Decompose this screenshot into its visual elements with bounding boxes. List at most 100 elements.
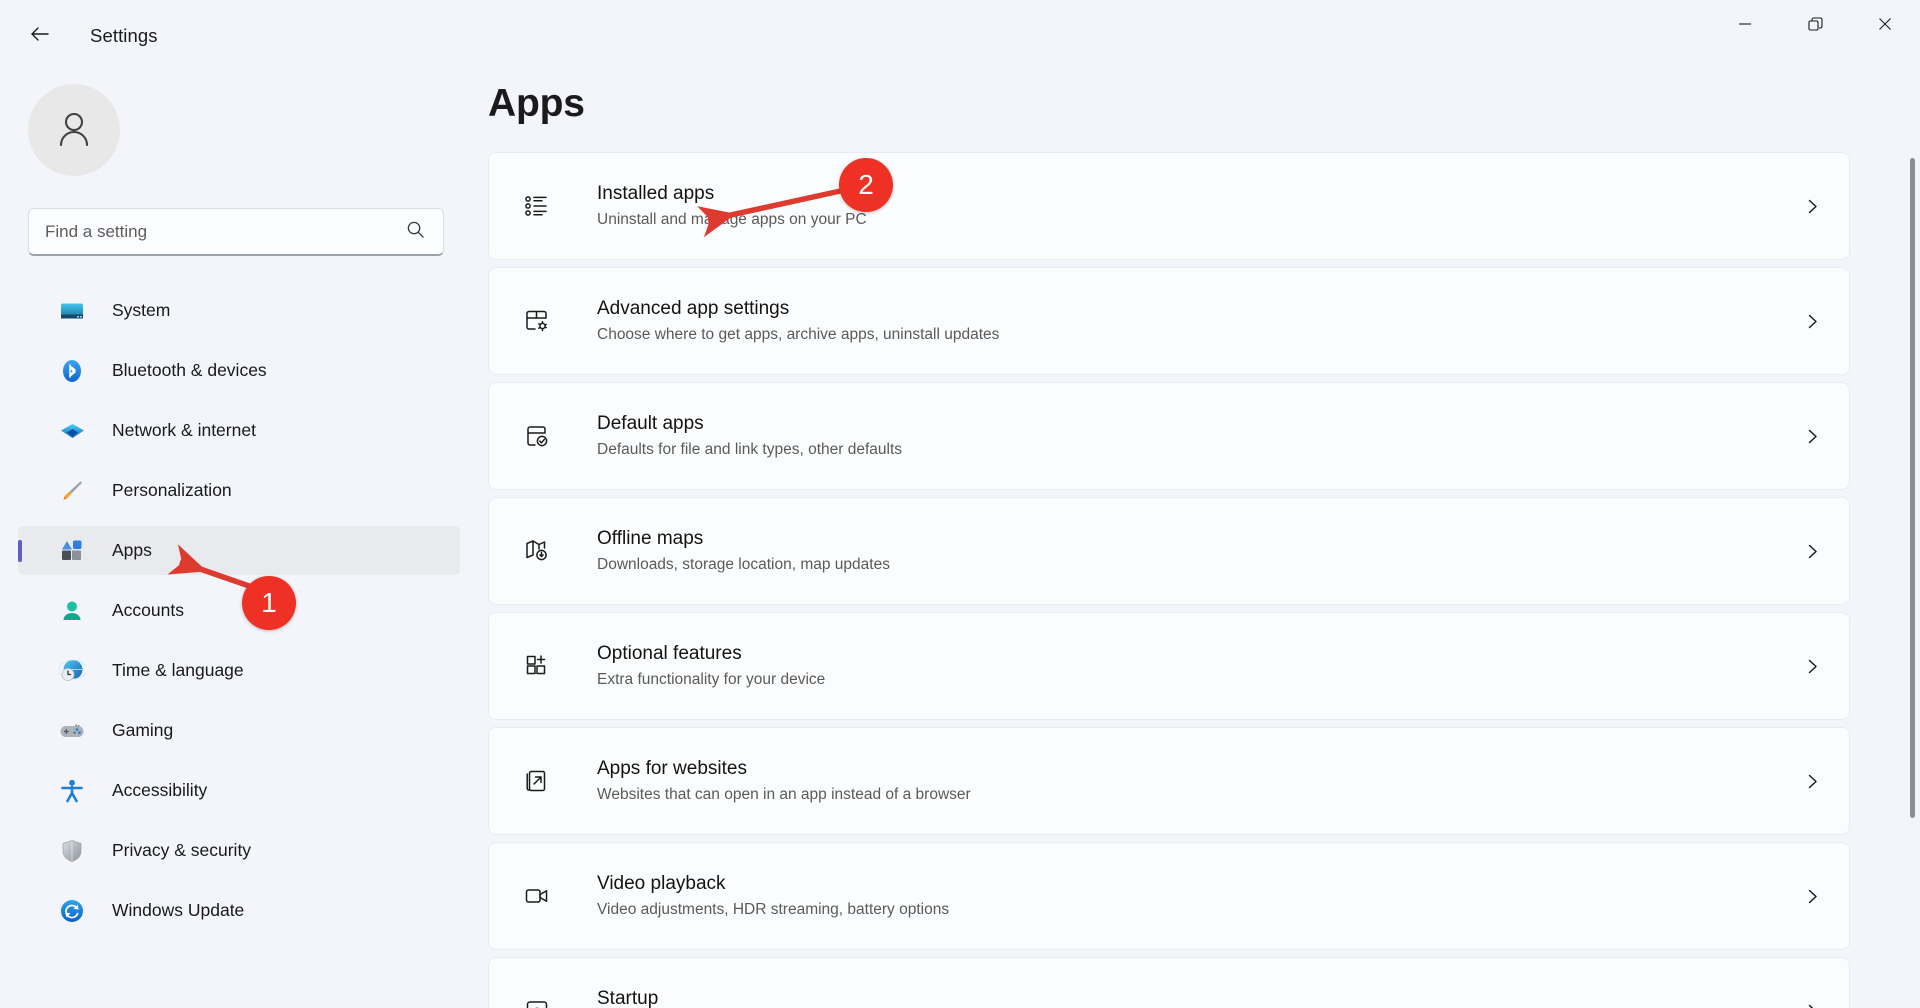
- back-arrow-icon: [28, 22, 52, 51]
- card-startup[interactable]: Startup Apps that start automatically wh…: [488, 957, 1850, 1008]
- sidebar-item-accessibility[interactable]: Accessibility: [18, 766, 460, 815]
- card-text: Optional features Extra functionality fo…: [597, 641, 825, 691]
- scrollbar-thumb[interactable]: [1910, 158, 1915, 818]
- chevron-right-icon: [1804, 773, 1821, 790]
- card-installed-apps[interactable]: Installed apps Uninstall and manage apps…: [488, 152, 1850, 260]
- card-text: Advanced app settings Choose where to ge…: [597, 296, 999, 346]
- minimize-icon: [1738, 17, 1752, 31]
- sidebar-item-bluetooth-devices[interactable]: Bluetooth & devices: [18, 346, 460, 395]
- list-bullets-icon: [519, 188, 555, 224]
- sidebar-item-label: Windows Update: [112, 900, 244, 921]
- card-title: Default apps: [597, 411, 902, 437]
- sidebar-item-personalization[interactable]: Personalization: [18, 466, 460, 515]
- settings-window: Settings: [0, 0, 1920, 1008]
- card-apps-for-websites[interactable]: Apps for websites Websites that can open…: [488, 727, 1850, 835]
- sidebar-item-gaming[interactable]: Gaming: [18, 706, 460, 755]
- chevron-right-icon: [1804, 428, 1821, 445]
- sidebar-nav-list: System Bluetooth & devices: [0, 286, 468, 935]
- search-icon: [406, 220, 425, 244]
- card-text: Apps for websites Websites that can open…: [597, 756, 971, 806]
- card-subtitle: Uninstall and manage apps on your PC: [597, 210, 867, 231]
- page-title: Apps: [488, 82, 1850, 126]
- card-text: Offline maps Downloads, storage location…: [597, 526, 890, 576]
- card-default-apps[interactable]: Default apps Defaults for file and link …: [488, 382, 1850, 490]
- card-subtitle: Extra functionality for your device: [597, 670, 825, 691]
- chevron-right-icon: [1804, 198, 1821, 215]
- grid-plus-icon: [519, 648, 555, 684]
- shield-icon: [58, 837, 86, 865]
- navigation-sidebar: System Bluetooth & devices: [0, 72, 468, 1008]
- card-subtitle: Video adjustments, HDR streaming, batter…: [597, 900, 949, 921]
- bluetooth-icon: [58, 357, 86, 385]
- card-advanced-app-settings[interactable]: Advanced app settings Choose where to ge…: [488, 267, 1850, 375]
- avatar[interactable]: [28, 84, 120, 176]
- card-offline-maps[interactable]: Offline maps Downloads, storage location…: [488, 497, 1850, 605]
- sidebar-item-label: Apps: [112, 540, 152, 561]
- close-icon: [1878, 17, 1892, 31]
- sidebar-item-network-internet[interactable]: Network & internet: [18, 406, 460, 455]
- startup-arrow-icon: [519, 993, 555, 1008]
- card-title: Advanced app settings: [597, 296, 999, 322]
- search-input[interactable]: [45, 222, 427, 242]
- paintbrush-icon: [58, 477, 86, 505]
- sidebar-item-accounts[interactable]: Accounts: [18, 586, 460, 635]
- sidebar-item-label: Gaming: [112, 720, 173, 741]
- title-bar: Settings: [0, 0, 1920, 72]
- back-button[interactable]: [16, 12, 64, 60]
- card-optional-features[interactable]: Optional features Extra functionality fo…: [488, 612, 1850, 720]
- video-camera-icon: [519, 878, 555, 914]
- main-content: Apps: [468, 72, 1920, 1008]
- sidebar-item-label: System: [112, 300, 170, 321]
- card-subtitle: Choose where to get apps, archive apps, …: [597, 325, 999, 346]
- sidebar-item-label: Network & internet: [112, 420, 256, 441]
- sidebar-item-system[interactable]: System: [18, 286, 460, 335]
- sidebar-item-label: Accounts: [112, 600, 184, 621]
- window-title: Settings: [90, 25, 158, 47]
- maximize-button[interactable]: [1780, 0, 1850, 48]
- user-avatar-icon: [50, 104, 98, 157]
- card-title: Video playback: [597, 871, 949, 897]
- chevron-right-icon: [1804, 313, 1821, 330]
- system-monitor-icon: [58, 297, 86, 325]
- apps-tiles-icon: [58, 537, 86, 565]
- window-body: System Bluetooth & devices: [0, 72, 1920, 1008]
- chevron-right-icon: [1804, 658, 1821, 675]
- chevron-right-icon: [1804, 1003, 1821, 1008]
- card-video-playback[interactable]: Video playback Video adjustments, HDR st…: [488, 842, 1850, 950]
- wifi-icon: [58, 417, 86, 445]
- map-pin-icon: [519, 533, 555, 569]
- sidebar-item-label: Privacy & security: [112, 840, 251, 861]
- close-button[interactable]: [1850, 0, 1920, 48]
- sidebar-item-privacy-security[interactable]: Privacy & security: [18, 826, 460, 875]
- settings-card-list: Installed apps Uninstall and manage apps…: [488, 152, 1850, 1008]
- external-link-icon: [519, 763, 555, 799]
- card-title: Installed apps: [597, 181, 867, 207]
- card-subtitle: Websites that can open in an app instead…: [597, 785, 971, 806]
- card-text: Startup Apps that start automatically wh…: [597, 986, 911, 1008]
- card-title: Offline maps: [597, 526, 890, 552]
- sidebar-item-windows-update[interactable]: Windows Update: [18, 886, 460, 935]
- restore-icon: [1808, 17, 1823, 32]
- sidebar-item-label: Personalization: [112, 480, 232, 501]
- accessibility-person-icon: [58, 777, 86, 805]
- window-controls: [1710, 0, 1920, 72]
- globe-clock-icon: [58, 657, 86, 685]
- sidebar-item-label: Bluetooth & devices: [112, 360, 267, 381]
- avatar-area: [28, 84, 468, 176]
- app-check-icon: [519, 418, 555, 454]
- sidebar-item-label: Accessibility: [112, 780, 207, 801]
- gamepad-icon: [58, 717, 86, 745]
- search-box[interactable]: [28, 208, 444, 256]
- chevron-right-icon: [1804, 543, 1821, 560]
- sidebar-item-apps[interactable]: Apps: [18, 526, 460, 575]
- app-gear-icon: [519, 303, 555, 339]
- person-icon: [58, 597, 86, 625]
- vertical-scrollbar[interactable]: [1910, 158, 1915, 1008]
- card-text: Default apps Defaults for file and link …: [597, 411, 902, 461]
- chevron-right-icon: [1804, 888, 1821, 905]
- card-title: Apps for websites: [597, 756, 971, 782]
- search-area: [28, 208, 444, 256]
- card-text: Video playback Video adjustments, HDR st…: [597, 871, 949, 921]
- minimize-button[interactable]: [1710, 0, 1780, 48]
- sidebar-item-time-language[interactable]: Time & language: [18, 646, 460, 695]
